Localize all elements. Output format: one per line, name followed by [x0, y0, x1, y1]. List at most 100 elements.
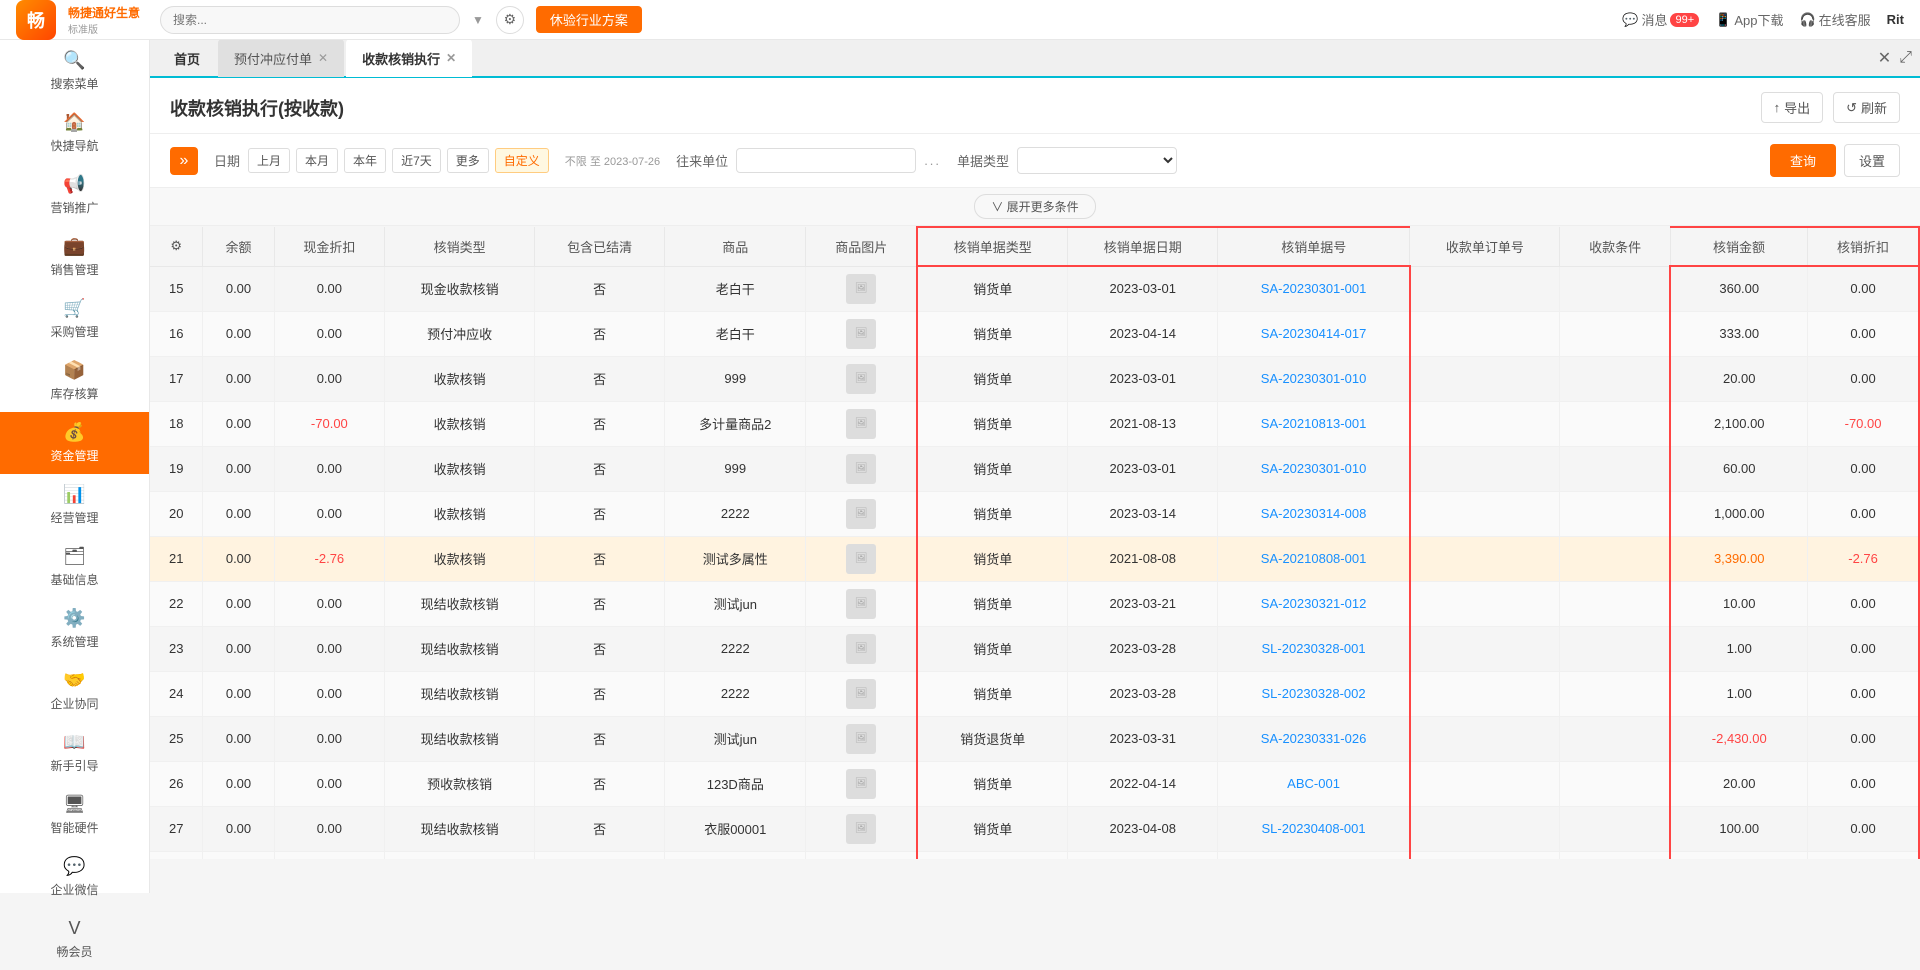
cell-cancel_bill_no-9[interactable]: SL-20230328-002: [1218, 671, 1410, 716]
cell-cancel_bill_date-11: 2022-04-14: [1068, 761, 1218, 806]
message-btn[interactable]: 💬 消息 99+: [1622, 10, 1699, 29]
sidebar-item-wechat[interactable]: 💬企业微信: [0, 846, 149, 908]
bill-no-link-7[interactable]: SA-20230321-012: [1261, 596, 1367, 611]
service-btn[interactable]: 🎧 在线客服: [1799, 10, 1870, 29]
filter-toggle-btn[interactable]: »: [170, 147, 198, 175]
cell-cancel_type-6: 收款核销: [385, 536, 535, 581]
bill-no-link-0[interactable]: SA-20230301-001: [1261, 281, 1367, 296]
date-more[interactable]: 更多: [447, 148, 489, 173]
refresh-btn[interactable]: ↺ 刷新: [1833, 92, 1900, 123]
cell-cancel_bill_type-5: 销货单: [917, 491, 1068, 536]
app-sub: 标准版: [68, 21, 140, 36]
sidebar-item-hardware[interactable]: 🖥智能硬件: [0, 784, 149, 846]
cell-receipt_order_no-9: [1410, 671, 1560, 716]
tab-home[interactable]: 首页: [158, 40, 216, 77]
enterprise-icon: 🤝: [63, 670, 85, 691]
goods-image-2: 🖼: [846, 364, 876, 394]
cell-cash_discount-13: 0.00: [274, 851, 385, 859]
bill-no-link-12[interactable]: SL-20230408-001: [1262, 821, 1366, 836]
tab-close-receipt[interactable]: ✕: [446, 51, 456, 65]
bill-no-link-9[interactable]: SL-20230328-002: [1262, 686, 1366, 701]
top-search-input[interactable]: [160, 6, 460, 34]
col-header-cancel_bill_date: 核销单据日期: [1068, 227, 1218, 266]
cell-cancel_bill_no-1[interactable]: SA-20230414-017: [1218, 311, 1410, 356]
cell-cancel_bill_no-0[interactable]: SA-20230301-001: [1218, 266, 1410, 311]
bill-no-link-4[interactable]: SA-20230301-010: [1261, 461, 1367, 476]
settings-btn[interactable]: 设置: [1844, 144, 1900, 177]
cell-balance-10: 0.00: [203, 716, 274, 761]
date-7days[interactable]: 近7天: [392, 148, 441, 173]
cell-cancel_bill_no-12[interactable]: SL-20230408-001: [1218, 806, 1410, 851]
cell-cancel_bill_no-13[interactable]: SL-20230418-001: [1218, 851, 1410, 859]
cell-cancel_bill_no-5[interactable]: SA-20230314-008: [1218, 491, 1410, 536]
bill-no-link-10[interactable]: SA-20230331-026: [1261, 731, 1367, 746]
sidebar-item-member[interactable]: V畅会员: [0, 908, 149, 970]
expand-more-btn[interactable]: ∨ 展开更多条件: [974, 194, 1095, 219]
cell-receipt_condition-12: [1560, 806, 1671, 851]
bill-no-link-3[interactable]: SA-20210813-001: [1261, 416, 1367, 431]
tab-close-prepay[interactable]: ✕: [318, 51, 328, 65]
cell-receipt_order_no-0: [1410, 266, 1560, 311]
close-tab-icon[interactable]: ✕: [1878, 48, 1891, 68]
table-row: 190.000.00收款核销否999🖼销货单2023-03-01SA-20230…: [150, 446, 1919, 491]
cell-receipt_order_no-4: [1410, 446, 1560, 491]
sidebar-item-search[interactable]: 🔍搜索菜单: [0, 40, 149, 102]
cell-cancel_bill_no-2[interactable]: SA-20230301-010: [1218, 356, 1410, 401]
bill-no-link-8[interactable]: SL-20230328-001: [1262, 641, 1366, 656]
sidebar-item-purchase[interactable]: 🛒采购管理: [0, 288, 149, 350]
cell-cancel_type-8: 现结收款核销: [385, 626, 535, 671]
sidebar-item-sales[interactable]: 💼销售管理: [0, 226, 149, 288]
cell-cancel_bill_type-12: 销货单: [917, 806, 1068, 851]
date-this-year[interactable]: 本年: [344, 148, 386, 173]
cell-cash_discount-2: 0.00: [274, 356, 385, 401]
cell-balance-11: 0.00: [203, 761, 274, 806]
cell-including_settled-10: 否: [535, 716, 665, 761]
cell-cancel_bill_no-6[interactable]: SA-20210808-001: [1218, 536, 1410, 581]
sidebar-item-inventory[interactable]: 📦库存核算: [0, 350, 149, 412]
sidebar-item-marketing[interactable]: 📢营销推广: [0, 164, 149, 226]
table-row: 210.00-2.76收款核销否测试多属性🖼销货单2021-08-08SA-20…: [150, 536, 1919, 581]
cell-balance-2: 0.00: [203, 356, 274, 401]
receipt-type-select[interactable]: [1017, 147, 1177, 174]
cell-cancel_bill_no-10[interactable]: SA-20230331-026: [1218, 716, 1410, 761]
cell-including_settled-3: 否: [535, 401, 665, 446]
query-btn[interactable]: 查询: [1770, 144, 1836, 177]
bill-no-link-11[interactable]: ABC-001: [1287, 776, 1340, 791]
from-unit-input[interactable]: [736, 148, 916, 173]
basic-icon: 🗂: [63, 546, 86, 567]
sidebar-item-capital[interactable]: 💰资金管理: [0, 412, 149, 474]
bill-no-link-2[interactable]: SA-20230301-010: [1261, 371, 1367, 386]
cell-cancel_bill_no-8[interactable]: SL-20230328-001: [1218, 626, 1410, 671]
tab-prepay[interactable]: 预付冲应付单✕: [218, 40, 344, 77]
tab-receipt[interactable]: 收款核销执行✕: [346, 40, 472, 77]
industry-btn[interactable]: 休验行业方案: [536, 6, 642, 33]
cell-cancel_type-12: 现结收款核销: [385, 806, 535, 851]
cell-cancel_bill_no-11[interactable]: ABC-001: [1218, 761, 1410, 806]
cell-balance-6: 0.00: [203, 536, 274, 581]
sidebar-item-quicknav[interactable]: 🏠快捷导航: [0, 102, 149, 164]
sidebar-item-enterprise[interactable]: 🤝企业协同: [0, 660, 149, 722]
date-custom[interactable]: 自定义: [495, 148, 549, 173]
col-header-settings[interactable]: ⚙: [150, 227, 203, 266]
export-btn[interactable]: ↑ 导出: [1761, 92, 1824, 123]
cell-cancel_bill_no-7[interactable]: SA-20230321-012: [1218, 581, 1410, 626]
bill-no-link-1[interactable]: SA-20230414-017: [1261, 326, 1367, 341]
cell-cancel_amount-0: 360.00: [1670, 266, 1807, 311]
sidebar-item-operation[interactable]: 📊经营管理: [0, 474, 149, 536]
dropdown-arrow[interactable]: ▼: [472, 13, 484, 27]
bill-no-link-6[interactable]: SA-20210808-001: [1261, 551, 1367, 566]
sidebar-item-basic[interactable]: 🗂基础信息: [0, 536, 149, 598]
date-this-month[interactable]: 本月: [296, 148, 338, 173]
app-download-btn[interactable]: 📱 App下载: [1715, 10, 1783, 29]
date-last-month[interactable]: 上月: [248, 148, 290, 173]
sidebar-item-system[interactable]: ⚙️系统管理: [0, 598, 149, 660]
quicknav-icon: 🏠: [63, 112, 85, 133]
settings-icon[interactable]: ⚙: [496, 6, 524, 34]
bill-no-link-5[interactable]: SA-20230314-008: [1261, 506, 1367, 521]
sidebar-item-guide[interactable]: 📖新手引导: [0, 722, 149, 784]
cell-cancel_bill_no-3[interactable]: SA-20210813-001: [1218, 401, 1410, 446]
sidebar: 🔍搜索菜单🏠快捷导航📢营销推广💼销售管理🛒采购管理📦库存核算💰资金管理📊经营管理…: [0, 40, 150, 893]
cell-cancel_bill_no-4[interactable]: SA-20230301-010: [1218, 446, 1410, 491]
user-name[interactable]: Rit: [1887, 12, 1904, 27]
maximize-icon[interactable]: ⤢: [1899, 49, 1912, 67]
